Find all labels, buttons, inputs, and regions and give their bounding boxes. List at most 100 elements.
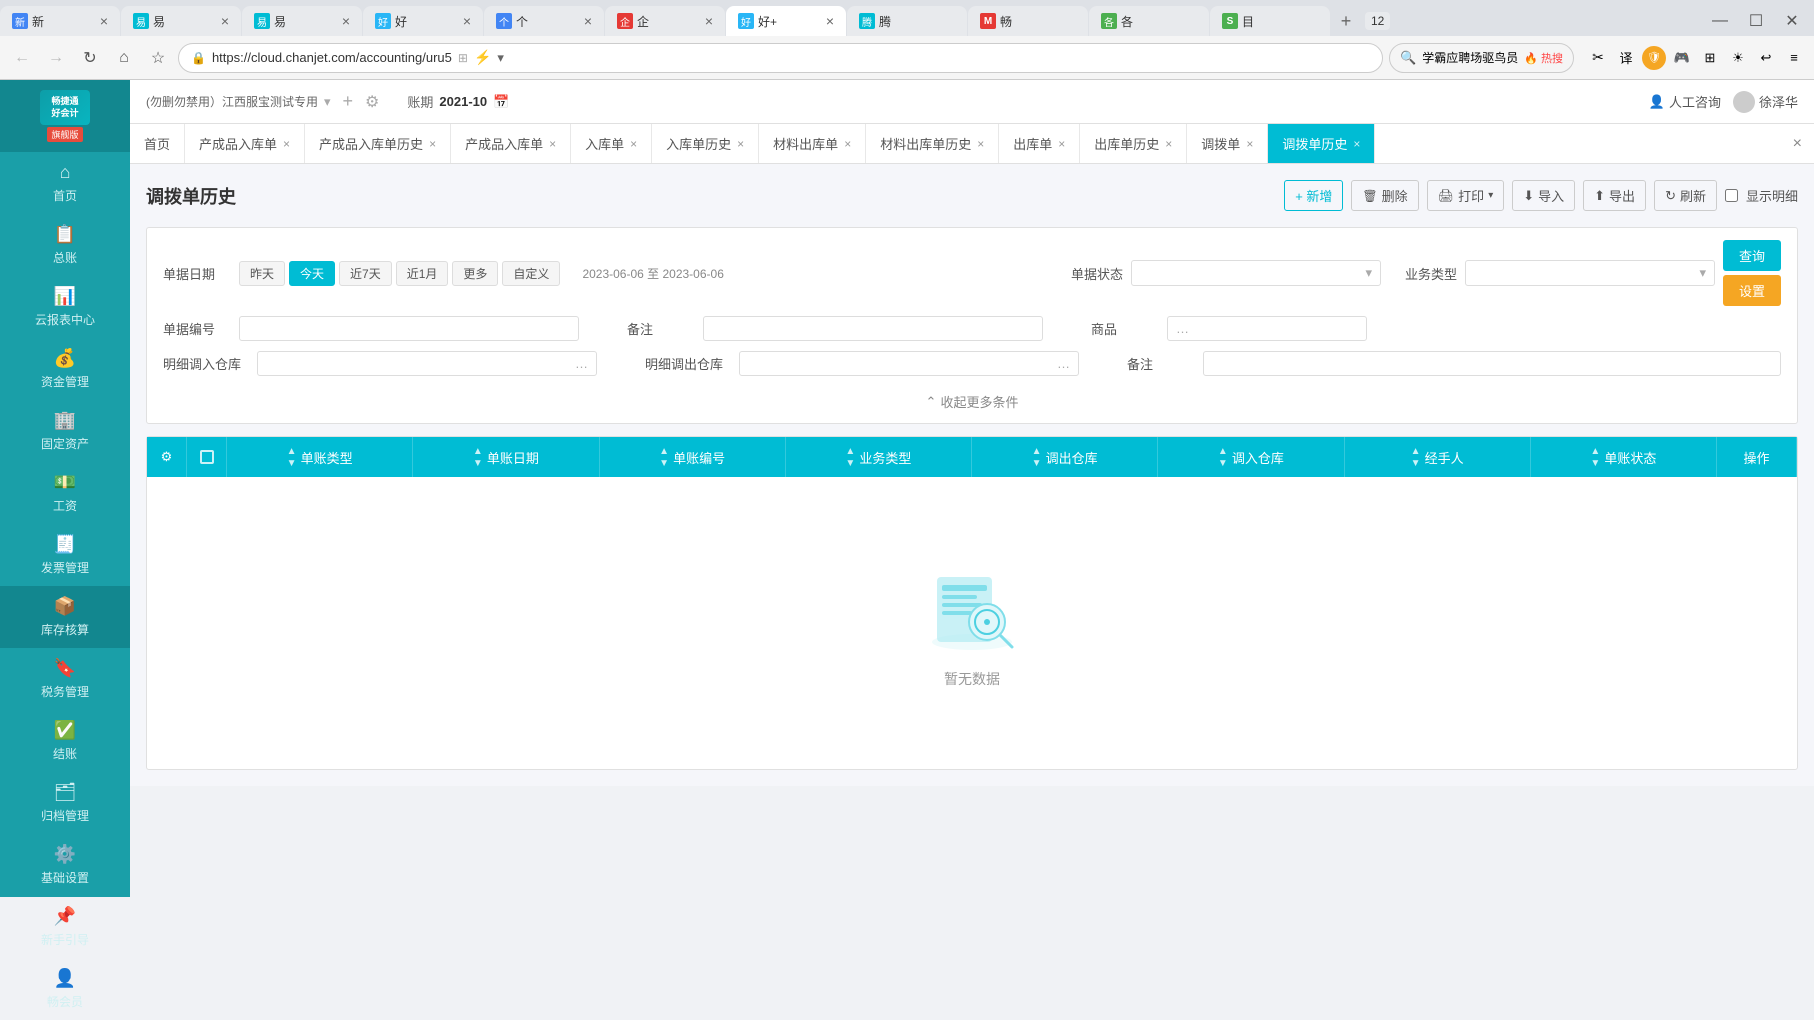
address-bar[interactable]: 🔒 https://cloud.chanjet.com/accounting/u…: [178, 43, 1383, 73]
date-btn-more[interactable]: 更多: [452, 261, 498, 286]
import-button[interactable]: ⬇导入: [1512, 180, 1575, 211]
sidebar-item-ledger[interactable]: 📋 总账: [0, 214, 130, 276]
sidebar-item-home[interactable]: ⌂ 首页: [0, 152, 130, 214]
maximize-button[interactable]: ☐: [1742, 7, 1770, 35]
th-doc-type[interactable]: ▲▼ 单账类型: [227, 437, 413, 477]
tab-home[interactable]: 首页: [130, 124, 185, 164]
detail-out-dots[interactable]: …: [1057, 356, 1070, 371]
sidebar-item-inventory[interactable]: 📦 库存核算: [0, 586, 130, 648]
th-doc-status[interactable]: ▲▼ 单账状态: [1531, 437, 1717, 477]
date-btn-today[interactable]: 今天: [289, 261, 335, 286]
tab-inbound[interactable]: 入库单 ×: [571, 124, 652, 164]
browser-tab-1[interactable]: 新 新 ×: [0, 6, 120, 36]
tab-close-outbound-history[interactable]: ×: [1165, 137, 1172, 151]
show-full-checkbox[interactable]: [1725, 189, 1738, 202]
tab-close-6[interactable]: ×: [705, 13, 713, 29]
tab-close-4[interactable]: ×: [463, 13, 471, 29]
export-button[interactable]: ⬆导出: [1583, 180, 1646, 211]
header-checkbox[interactable]: [200, 450, 214, 464]
tab-outbound-history[interactable]: 出库单历史 ×: [1080, 124, 1187, 164]
search-bar[interactable]: 🔍 学霸应聘场驱鸟员 🔥 热搜: [1389, 43, 1574, 73]
th-in-warehouse[interactable]: ▲▼ 调入仓库: [1158, 437, 1344, 477]
browser-tab-10[interactable]: 各 各: [1089, 6, 1209, 36]
browser-tab-6[interactable]: 企 企 ×: [605, 6, 725, 36]
user-service-button[interactable]: 👤 人工咨询: [1649, 92, 1721, 111]
ext-scissors-icon[interactable]: ✂: [1586, 46, 1610, 70]
sidebar-item-salary[interactable]: 💵 工资: [0, 462, 130, 524]
tab-close-material-outbound-history[interactable]: ×: [977, 137, 984, 151]
browser-tab-3[interactable]: 易 易 ×: [242, 6, 362, 36]
th-handler[interactable]: ▲▼ 经手人: [1345, 437, 1531, 477]
print-button[interactable]: 🖨打印▾: [1427, 180, 1505, 211]
show-full-toggle[interactable]: 显示明细: [1725, 186, 1798, 205]
tab-close-transfer[interactable]: ×: [1246, 137, 1253, 151]
sidebar-item-tax[interactable]: 🔖 税务管理: [0, 648, 130, 710]
ext-menu-icon[interactable]: ≡: [1782, 46, 1806, 70]
browser-tab-2[interactable]: 易 易 ×: [121, 6, 241, 36]
sidebar-item-invoice[interactable]: 🧾 发票管理: [0, 524, 130, 586]
tab-close-product-inbound-history[interactable]: ×: [429, 137, 436, 151]
tab-material-outbound[interactable]: 材料出库单 ×: [759, 124, 866, 164]
th-gear[interactable]: ⚙: [147, 437, 187, 477]
sidebar-item-settings[interactable]: ⚙️ 基础设置: [0, 834, 130, 896]
period-selector[interactable]: 账期 2021-10 📅: [407, 92, 509, 111]
status-select[interactable]: ▾: [1131, 260, 1381, 286]
browser-tab-11[interactable]: S 目: [1210, 6, 1330, 36]
date-btn-yesterday[interactable]: 昨天: [239, 261, 285, 286]
docnum-input[interactable]: [239, 316, 579, 341]
forward-button[interactable]: →: [42, 44, 70, 72]
th-doc-date[interactable]: ▲▼ 单账日期: [413, 437, 599, 477]
browser-tab-7[interactable]: 好 好+ ×: [726, 6, 846, 36]
tab-close-outbound[interactable]: ×: [1058, 137, 1065, 151]
company-selector[interactable]: (勿删勿禁用）江西服宝测试专用 ▾: [146, 93, 331, 110]
browser-tab-9[interactable]: M 畅: [968, 6, 1088, 36]
sidebar-item-archive[interactable]: 🗂 归档管理: [0, 772, 130, 834]
date-btn-7days[interactable]: 近7天: [339, 261, 392, 286]
user-profile-button[interactable]: 徐泽华: [1733, 91, 1798, 113]
tab-product-inbound[interactable]: 产成品入库单 ×: [185, 124, 305, 164]
sidebar-item-assets[interactable]: 🏢 固定资产: [0, 400, 130, 462]
tab-close-inbound[interactable]: ×: [630, 137, 637, 151]
delete-button[interactable]: 🗑删除: [1351, 180, 1418, 211]
th-doc-num[interactable]: ▲▼ 单账编号: [600, 437, 786, 477]
close-window-button[interactable]: ✕: [1778, 7, 1806, 35]
sort-out-wh-icon[interactable]: ▲▼: [1032, 446, 1042, 469]
goods-input-dots[interactable]: …: [1176, 321, 1189, 336]
ext-sun-icon[interactable]: ☀: [1726, 46, 1750, 70]
detail-in-warehouse[interactable]: …: [257, 351, 597, 376]
sidebar-item-close[interactable]: ✅ 结账: [0, 710, 130, 772]
sidebar-item-member[interactable]: 👤 畅会员: [0, 958, 130, 1020]
gear-settings-icon[interactable]: ⚙: [161, 449, 173, 465]
th-check[interactable]: [187, 437, 227, 477]
home-button[interactable]: ⌂: [110, 44, 138, 72]
tab-close-transfer-history[interactable]: ×: [1353, 137, 1360, 151]
company-settings-icon[interactable]: ⚙: [365, 92, 379, 112]
ext-game-icon[interactable]: 🎮: [1670, 46, 1694, 70]
new-button[interactable]: + 新增: [1284, 180, 1343, 211]
sort-handler-icon[interactable]: ▲▼: [1411, 446, 1421, 469]
refresh-button[interactable]: ↻刷新: [1654, 180, 1717, 211]
tab-close-1[interactable]: ×: [100, 13, 108, 29]
reload-button[interactable]: ↻: [76, 44, 104, 72]
tab-close-5[interactable]: ×: [584, 13, 592, 29]
browser-tab-8[interactable]: 腾 腾: [847, 6, 967, 36]
detail-in-dots[interactable]: …: [575, 356, 588, 371]
tab-close-2[interactable]: ×: [221, 13, 229, 29]
company-dropdown-icon[interactable]: ▾: [324, 94, 331, 110]
tab-transfer[interactable]: 调拨单 ×: [1187, 124, 1268, 164]
sidebar-logo[interactable]: 畅捷通好会计 旗舰版: [0, 80, 130, 152]
tab-product-inbound2[interactable]: 产成品入库单 ×: [451, 124, 571, 164]
calendar-icon[interactable]: 📅: [493, 94, 509, 110]
sidebar-item-guide[interactable]: 📌 新手引导: [0, 896, 130, 958]
minimize-button[interactable]: —: [1706, 7, 1734, 35]
tab-close-material-outbound[interactable]: ×: [844, 137, 851, 151]
tab-outbound[interactable]: 出库单 ×: [999, 124, 1080, 164]
th-out-warehouse[interactable]: ▲▼ 调出仓库: [972, 437, 1158, 477]
th-biz-type[interactable]: ▲▼ 业务类型: [786, 437, 972, 477]
filter-settings-button[interactable]: 设置: [1723, 275, 1781, 306]
address-chevron-icon[interactable]: ▾: [497, 50, 504, 66]
sort-doc-type-icon[interactable]: ▲▼: [287, 446, 297, 469]
sidebar-item-reports[interactable]: 📊 云报表中心: [0, 276, 130, 338]
ext-grid-icon[interactable]: ⊞: [1698, 46, 1722, 70]
date-btn-custom[interactable]: 自定义: [502, 261, 560, 286]
